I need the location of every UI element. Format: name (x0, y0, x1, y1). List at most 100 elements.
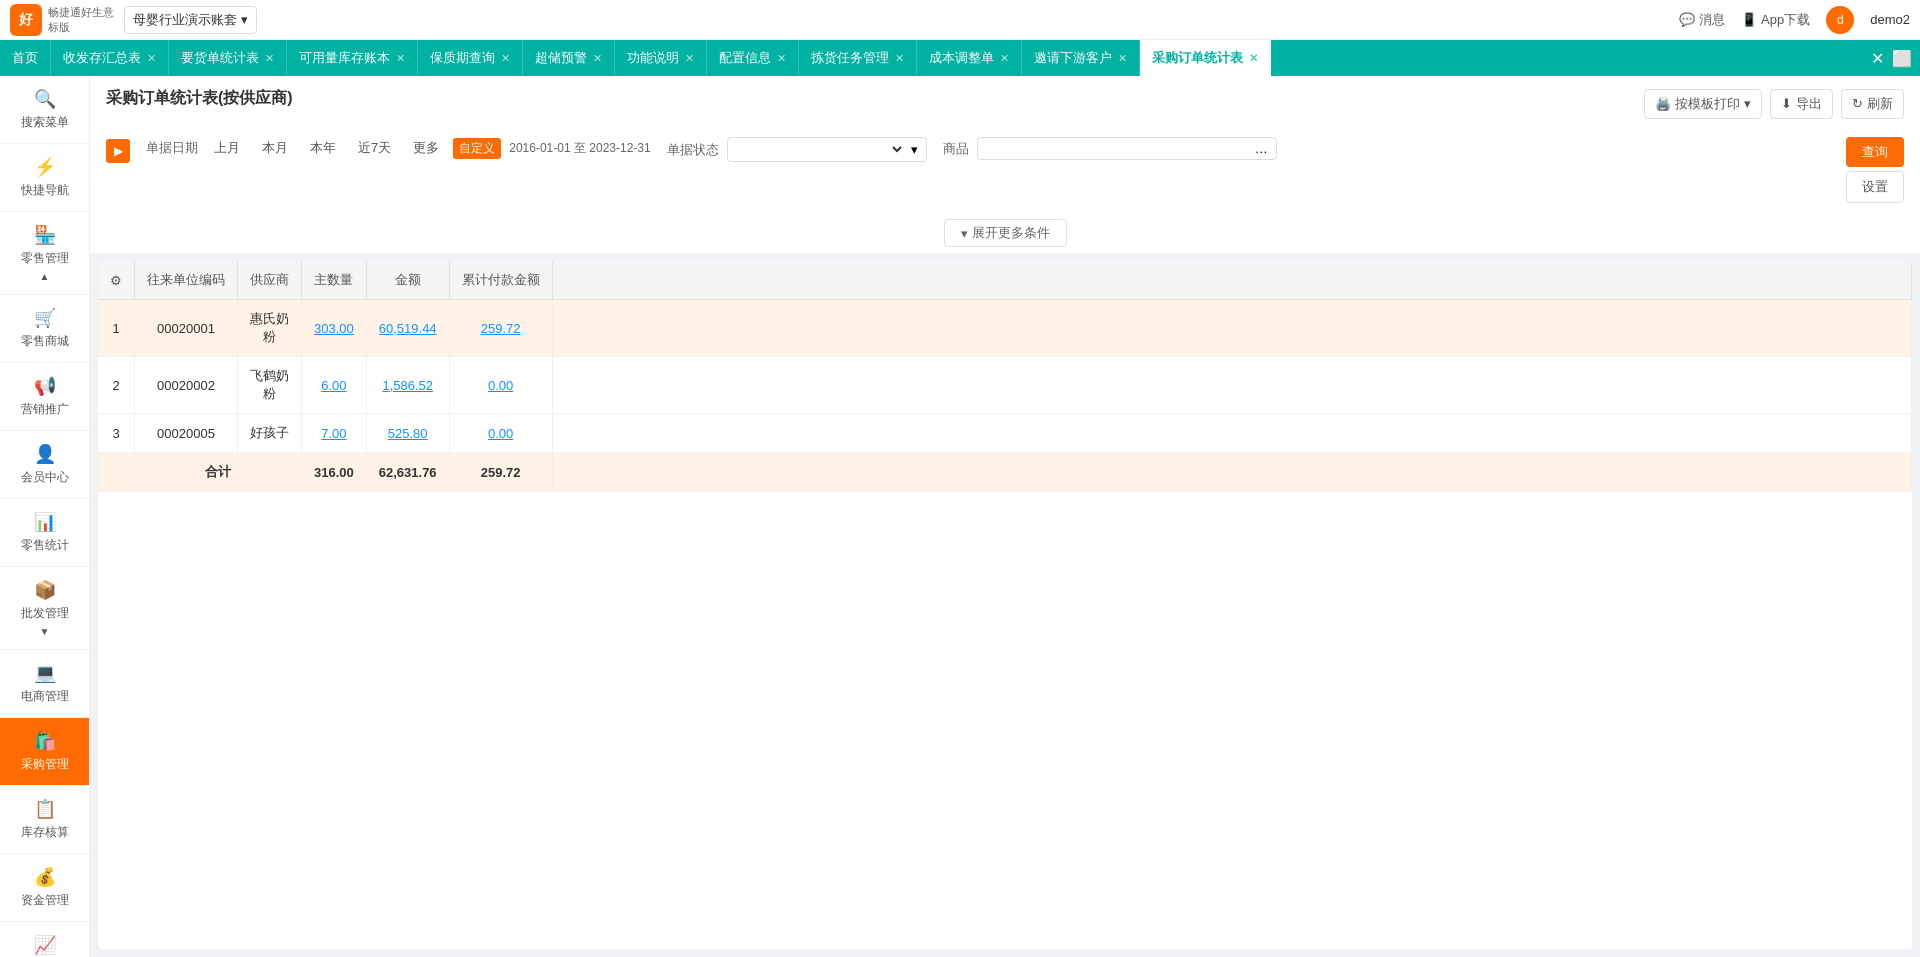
refresh-label: 刷新 (1867, 95, 1893, 113)
data-table: ⚙ 往来单位编码 供应商 主数量 金额 累计付款金额 1 00020001 惠氏… (98, 261, 1912, 492)
tab-chengben[interactable]: 成本调整单 ✕ (917, 40, 1022, 76)
sidebar: 🔍 搜索菜单 ⚡ 快捷导航 🏪 零售管理 ▲ 🛒 零售商城 📢 营销推广 👤 会… (0, 76, 90, 957)
row-paid-link[interactable]: 259.72 (481, 321, 521, 336)
tab-chaozhu-close[interactable]: ✕ (593, 52, 602, 65)
sidebar-item-quicknav[interactable]: ⚡ 快捷导航 (0, 144, 89, 212)
export-button[interactable]: ⬇ 导出 (1770, 89, 1833, 119)
refresh-button[interactable]: ↻ 刷新 (1841, 89, 1904, 119)
row-amount-link[interactable]: 60,519.44 (379, 321, 437, 336)
date-btn-7days[interactable]: 近7天 (350, 137, 399, 159)
sidebar-item-inventory-label: 库存核算 (21, 824, 69, 841)
tab-gongneng-close[interactable]: ✕ (685, 52, 694, 65)
row-quantity-link[interactable]: 6.00 (321, 378, 346, 393)
retail-stats-icon: 📊 (34, 511, 56, 533)
row-amount: 1,586.52 (366, 357, 449, 414)
wholesale-icon: 📦 (34, 579, 56, 601)
main-layout: 🔍 搜索菜单 ⚡ 快捷导航 🏪 零售管理 ▲ 🛒 零售商城 📢 营销推广 👤 会… (0, 76, 1920, 957)
tab-jianhuo-close[interactable]: ✕ (895, 52, 904, 65)
header-and-filter: 采购订单统计表(按供应商) 🖨️ 按模板打印 ▾ ⬇ 导出 ↻ 刷新 (90, 76, 1920, 253)
quicknav-icon: ⚡ (34, 156, 56, 178)
sidebar-item-retail-stats-label: 零售统计 (21, 537, 69, 554)
th-amount: 金额 (366, 261, 449, 300)
sidebar-item-search[interactable]: 🔍 搜索菜单 (0, 76, 89, 144)
date-btn-this-month[interactable]: 本月 (254, 137, 296, 159)
app-download-button[interactable]: 📱 App下载 (1741, 11, 1810, 29)
row-amount-link[interactable]: 525.80 (388, 426, 428, 441)
tab-baozhi[interactable]: 保质期查询 ✕ (418, 40, 523, 76)
sidebar-item-ecommerce[interactable]: 💻 电商管理 (0, 650, 89, 718)
app-download-label: App下载 (1761, 11, 1810, 29)
goods-more-icon[interactable]: … (1255, 141, 1268, 156)
date-range-display: 2016-01-01 至 2023-12-31 (509, 140, 650, 157)
refresh-icon: ↻ (1852, 96, 1863, 111)
print-button[interactable]: 🖨️ 按模板打印 ▾ (1644, 89, 1762, 119)
tab-chengben-close[interactable]: ✕ (1000, 52, 1009, 65)
status-select[interactable]: ▾ (727, 137, 927, 162)
tab-peizhi-close[interactable]: ✕ (777, 52, 786, 65)
collapse-arrow-button[interactable]: ▶ (106, 139, 130, 163)
expand-conditions-button[interactable]: ▾ 展开更多条件 (944, 219, 1067, 247)
logo: 好 畅捷通好生意 标版 (10, 4, 114, 36)
tab-keyongliang[interactable]: 可用量库存账本 ✕ (287, 40, 418, 76)
tab-gongneng[interactable]: 功能说明 ✕ (615, 40, 707, 76)
tab-peizhi[interactable]: 配置信息 ✕ (707, 40, 799, 76)
date-btn-more[interactable]: 更多 (405, 137, 447, 159)
logo-main: 畅捷通好生意 (48, 5, 114, 19)
sidebar-item-finance[interactable]: 💰 资金管理 (0, 854, 89, 922)
export-icon: ⬇ (1781, 96, 1792, 111)
th-settings[interactable]: ⚙ (98, 261, 135, 300)
sidebar-item-operations[interactable]: 📈 经营管理 (0, 922, 89, 957)
settings-button[interactable]: 设置 (1846, 171, 1904, 203)
row-paid-link[interactable]: 0.00 (488, 378, 513, 393)
tab-keyongliang-close[interactable]: ✕ (396, 52, 405, 65)
row-index: 2 (98, 357, 135, 414)
maximize-icon[interactable]: ⬜ (1892, 49, 1912, 68)
tab-caigou[interactable]: 采购订单统计表 ✕ (1140, 40, 1271, 76)
sidebar-item-marketing[interactable]: 📢 营销推广 (0, 363, 89, 431)
message-label: 消息 (1699, 11, 1725, 29)
sidebar-item-retail-stats[interactable]: 📊 零售统计 (0, 499, 89, 567)
tab-yaohuo-close[interactable]: ✕ (265, 52, 274, 65)
top-bar-left: 好 畅捷通好生意 标版 母婴行业演示账套 ▾ (10, 4, 257, 36)
tab-baozhi-close[interactable]: ✕ (501, 52, 510, 65)
tab-yaohuo[interactable]: 要货单统计表 ✕ (169, 40, 287, 76)
sidebar-item-inventory[interactable]: 📋 库存核算 (0, 786, 89, 854)
sidebar-item-wholesale-label: 批发管理 (21, 605, 69, 622)
sidebar-item-purchase-label: 采购管理 (21, 756, 69, 773)
sidebar-item-purchase[interactable]: 🛍️ 采购管理 (0, 718, 89, 786)
sidebar-item-wholesale[interactable]: 📦 批发管理 ▼ (0, 567, 89, 650)
row-paid-link[interactable]: 0.00 (488, 426, 513, 441)
goods-input[interactable] (986, 141, 1249, 156)
tab-shoufacun[interactable]: 收发存汇总表 ✕ (51, 40, 169, 76)
tab-yaoqing-close[interactable]: ✕ (1118, 52, 1127, 65)
row-supplier: 惠氏奶粉 (238, 300, 302, 357)
tab-chaozhu[interactable]: 超储预警 ✕ (523, 40, 615, 76)
sidebar-item-retail-mgmt[interactable]: 🏪 零售管理 ▲ (0, 212, 89, 295)
footer-label: 合计 (135, 453, 302, 492)
date-btn-this-year[interactable]: 本年 (302, 137, 344, 159)
row-extra (552, 300, 1911, 357)
row-extra (552, 357, 1911, 414)
tab-caigou-close[interactable]: ✕ (1249, 52, 1258, 65)
date-custom-badge[interactable]: 自定义 (453, 138, 501, 159)
workspace-selector[interactable]: 母婴行业演示账套 ▾ (124, 6, 257, 34)
tab-yaoqing[interactable]: 邀请下游客户 ✕ (1022, 40, 1140, 76)
row-quantity-link[interactable]: 7.00 (321, 426, 346, 441)
retail-shop-icon: 🛒 (34, 307, 56, 329)
close-window-icon[interactable]: ✕ (1871, 49, 1884, 68)
message-button[interactable]: 💬 消息 (1679, 11, 1725, 29)
marketing-icon: 📢 (34, 375, 56, 397)
tab-shoufacun-close[interactable]: ✕ (147, 52, 156, 65)
tab-home[interactable]: 首页 (0, 40, 51, 76)
query-button[interactable]: 查询 (1846, 137, 1904, 167)
row-quantity-link[interactable]: 303.00 (314, 321, 354, 336)
avatar[interactable]: d (1826, 6, 1854, 34)
footer-quantity: 316.00 (302, 453, 367, 492)
status-select-input[interactable] (736, 141, 905, 158)
date-btn-last-month[interactable]: 上月 (206, 137, 248, 159)
row-amount-link[interactable]: 1,586.52 (382, 378, 433, 393)
tab-jianhuo[interactable]: 拣货任务管理 ✕ (799, 40, 917, 76)
tab-yaohuo-label: 要货单统计表 (181, 49, 259, 67)
sidebar-item-member[interactable]: 👤 会员中心 (0, 431, 89, 499)
sidebar-item-retail-shop[interactable]: 🛒 零售商城 (0, 295, 89, 363)
